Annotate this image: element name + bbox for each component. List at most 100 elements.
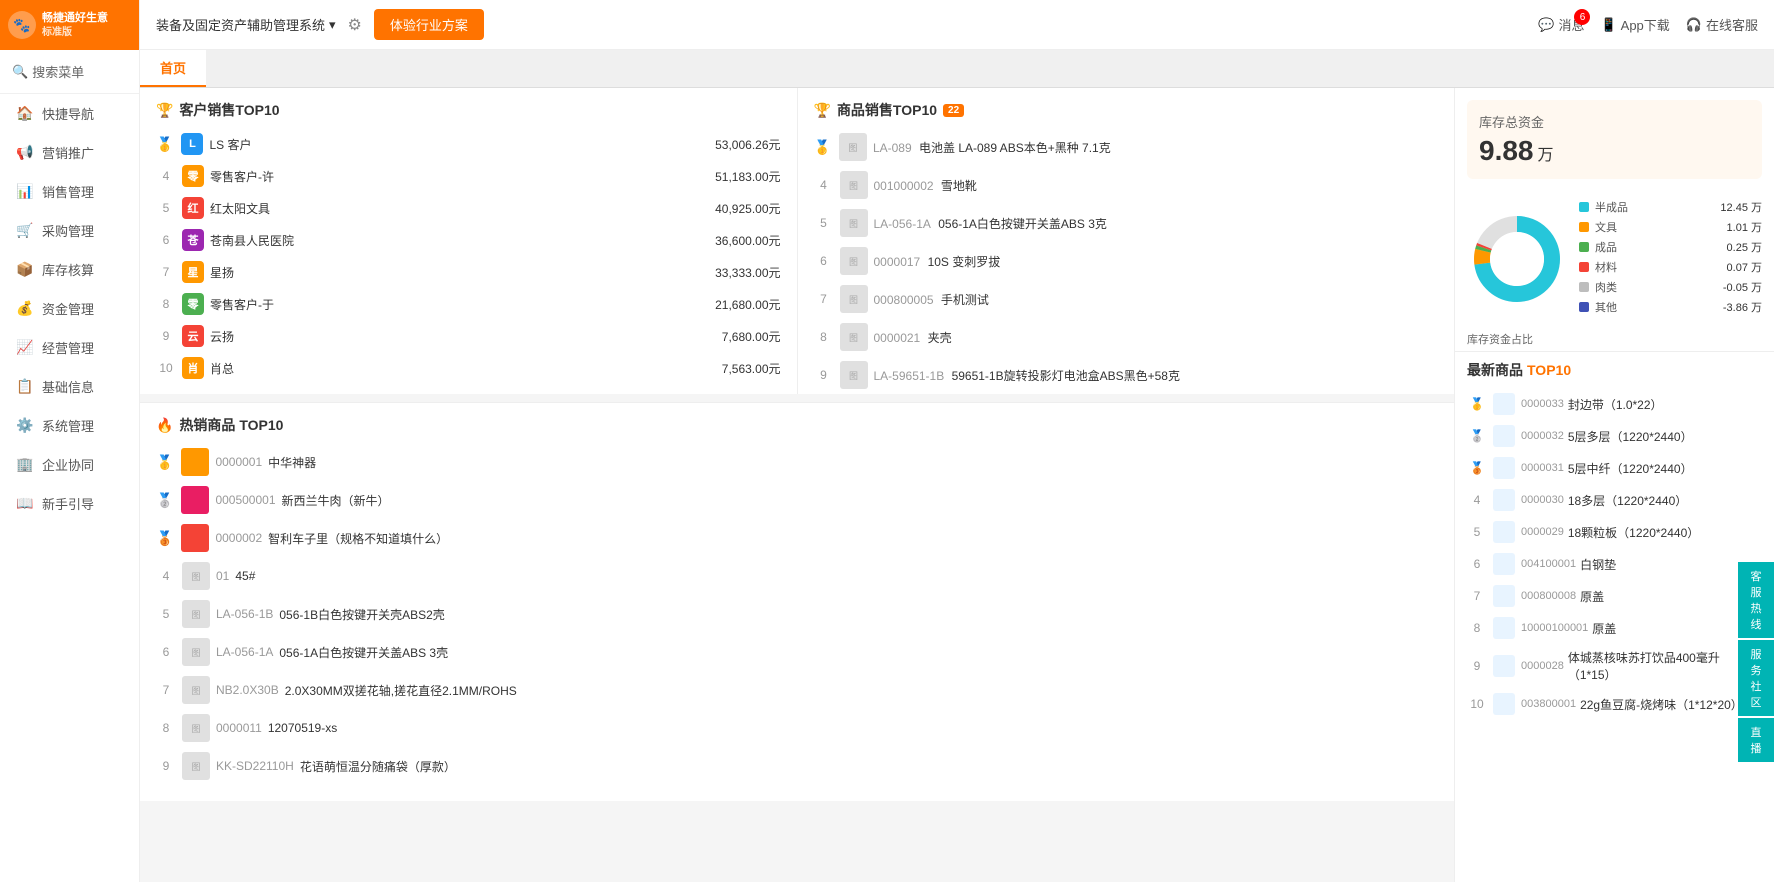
finance-icon: 💰 — [16, 300, 34, 318]
online-service-button[interactable]: 🎧 在线客服 — [1686, 15, 1758, 34]
hot-product-img: 图 — [182, 752, 210, 780]
new-product-img — [1493, 489, 1515, 511]
nav-item-enterprise[interactable]: 🏢 企业协同 — [0, 445, 139, 484]
nav-item-purchase[interactable]: 🛒 采购管理 — [0, 211, 139, 250]
trophy-icon-2: 🏆 — [814, 102, 831, 119]
app-download-button[interactable]: 📱 App下载 — [1600, 15, 1669, 34]
new-product-row: 🥈 0000032 5层多层（1220*2440） — [1467, 420, 1762, 452]
tab-bar: 首页 — [140, 50, 1774, 88]
legend-item: 材料 0.07 万 — [1579, 259, 1762, 275]
legend-item: 肉类 -0.05 万 — [1579, 279, 1762, 295]
message-icon: 💬 — [1538, 17, 1554, 33]
hot-product-row: 8 图 0000011 12070519-xs — [140, 709, 1454, 747]
nav-item-sales[interactable]: 📊 销售管理 — [0, 172, 139, 211]
new-product-row: 4 0000030 18多层（1220*2440） — [1467, 484, 1762, 516]
right-panel: 库存总资金 9.88 万 — [1454, 88, 1774, 882]
guide-icon: 📖 — [16, 495, 34, 513]
rank-number: 7 — [1467, 589, 1487, 603]
product-rank-row: 6 图 0000017 10S 变刺罗拔 — [798, 242, 1455, 280]
message-button[interactable]: 💬 消息 6 — [1538, 15, 1584, 34]
medal-icon: 🥉 — [156, 530, 173, 547]
nav-item-guide[interactable]: 📖 新手引导 — [0, 484, 139, 523]
trophy-icon: 🏆 — [156, 102, 173, 119]
new-product-img — [1493, 693, 1515, 715]
new-product-img — [1493, 553, 1515, 575]
app-logo: 🐾 畅捷通好生意 标准版 — [0, 0, 139, 50]
basics-icon: 📋 — [16, 378, 34, 396]
sidebar: 🐾 畅捷通好生意 标准版 🔍 搜索菜单 🏠 快捷导航 📢 营销推广 📊 销售管理… — [0, 0, 140, 882]
new-product-row: 10 003800001 22g鱼豆腐-烧烤味（1*12*20） — [1467, 688, 1762, 720]
rank-number: 6 — [1467, 557, 1487, 571]
new-products-title: 最新商品 TOP10 — [1467, 360, 1762, 380]
new-product-row: 7 000800008 原盖 — [1467, 580, 1762, 612]
content-scroll: 🏆 客户销售TOP10 🥇 L LS 客户 53,006.26元 4 零 零售客… — [140, 88, 1454, 882]
customer-top10-title: 🏆 客户销售TOP10 — [140, 88, 797, 128]
product-rank-row: 7 图 000800005 手机测试 — [798, 280, 1455, 318]
customer-top10-section: 🏆 客户销售TOP10 🥇 L LS 客户 53,006.26元 4 零 零售客… — [140, 88, 798, 394]
inventory-donut-chart — [1467, 209, 1567, 309]
customer-rank-row: 🥇 L LS 客户 53,006.26元 — [140, 128, 797, 160]
new-product-row: 🥇 0000033 封边带（1.0*22） — [1467, 388, 1762, 420]
rank-number: 🥈 — [1467, 429, 1487, 443]
dropdown-arrow-icon: ▾ — [329, 17, 336, 33]
nav-item-basics[interactable]: 📋 基础信息 — [0, 367, 139, 406]
product-thumbnail: 图 — [840, 209, 868, 237]
system-title-dropdown[interactable]: 装备及固定资产辅助管理系统 ▾ — [156, 15, 336, 34]
product-thumbnail: 图 — [840, 361, 868, 389]
search-menu-button[interactable]: 🔍 搜索菜单 — [8, 58, 131, 85]
header: 装备及固定资产辅助管理系统 ▾ ⚙ 体验行业方案 💬 消息 6 📱 App下载 … — [140, 0, 1774, 50]
customer-service-hotline-button[interactable]: 客服 热线 — [1738, 562, 1774, 638]
hot-product-img: 图 — [182, 676, 210, 704]
customer-avatar: 苍 — [182, 229, 204, 251]
flame-icon: 🔥 — [156, 417, 173, 434]
hot-product-row: 4 图 01 45# — [140, 557, 1454, 595]
tab-home[interactable]: 首页 — [140, 50, 206, 87]
message-badge: 6 — [1574, 9, 1590, 25]
mobile-icon: 📱 — [1600, 17, 1616, 33]
system-title: 装备及固定资产辅助管理系统 — [156, 15, 325, 34]
legend-color-dot — [1579, 282, 1589, 292]
new-product-row: 🥉 0000031 5层中纤（1220*2440） — [1467, 452, 1762, 484]
new-product-img — [1493, 585, 1515, 607]
product-thumbnail: 图 — [840, 171, 868, 199]
nav-item-operations[interactable]: 📈 经营管理 — [0, 328, 139, 367]
logo-text: 畅捷通好生意 标准版 — [42, 11, 108, 38]
hot-product-row: 6 图 LA-056-1A 056-1A白色按键开关盖ABS 3壳 — [140, 633, 1454, 671]
inventory-total-label: 库存总资金 — [1479, 112, 1750, 131]
nav-item-system[interactable]: ⚙️ 系统管理 — [0, 406, 139, 445]
product-thumbnail: 图 — [840, 323, 868, 351]
settings-gear-icon[interactable]: ⚙ — [348, 15, 362, 35]
product-thumbnail: 图 — [840, 285, 868, 313]
donut-chart-area: 半成品 12.45 万 文具 1.01 万 成品 0.25 万 — [1455, 191, 1774, 327]
nav-item-shortcuts[interactable]: 🏠 快捷导航 — [0, 94, 139, 133]
hot-product-img: 图 — [182, 562, 210, 590]
nav-item-finance[interactable]: 💰 资金管理 — [0, 289, 139, 328]
rank-number: 10 — [1467, 697, 1487, 711]
rank-number: 🥉 — [1467, 461, 1487, 475]
nav-item-marketing[interactable]: 📢 营销推广 — [0, 133, 139, 172]
new-product-img — [1493, 425, 1515, 447]
new-product-row: 8 10000100001 原盖 — [1467, 612, 1762, 644]
rank-number: 5 — [1467, 525, 1487, 539]
inventory-total-box: 库存总资金 9.88 万 — [1467, 100, 1762, 179]
trial-plan-button[interactable]: 体验行业方案 — [374, 9, 484, 40]
customer-rank-row: 8 零 零售客户-于 21,680.00元 — [140, 288, 797, 320]
nav-item-inventory[interactable]: 📦 库存核算 — [0, 250, 139, 289]
service-community-button[interactable]: 服务 社区 — [1738, 640, 1774, 716]
live-stream-button[interactable]: 直播 — [1738, 718, 1774, 762]
customer-rank-row: 9 云 云扬 7,680.00元 — [140, 320, 797, 352]
customer-avatar: 零 — [182, 165, 204, 187]
purchase-icon: 🛒 — [16, 222, 34, 240]
search-icon: 🔍 — [12, 64, 28, 80]
hot-product-row: 🥇 0000001 中华神器 — [140, 443, 1454, 481]
hot-product-img: 图 — [182, 638, 210, 666]
home-icon: 🏠 — [16, 105, 34, 123]
sidebar-search-section: 🔍 搜索菜单 — [0, 50, 139, 94]
medal-icon: 🥇 — [156, 136, 173, 153]
new-product-row: 5 0000029 18颗粒板（1220*2440） — [1467, 516, 1762, 548]
inventory-amount: 9.88 — [1479, 135, 1534, 167]
hot-product-row: 7 图 NB2.0X30B 2.0X30MM双搓花轴,搓花直径2.1MM/ROH… — [140, 671, 1454, 709]
marketing-icon: 📢 — [16, 144, 34, 162]
top-rankings-section: 🏆 客户销售TOP10 🥇 L LS 客户 53,006.26元 4 零 零售客… — [140, 88, 1454, 394]
medal-icon: 🥇 — [814, 139, 831, 156]
